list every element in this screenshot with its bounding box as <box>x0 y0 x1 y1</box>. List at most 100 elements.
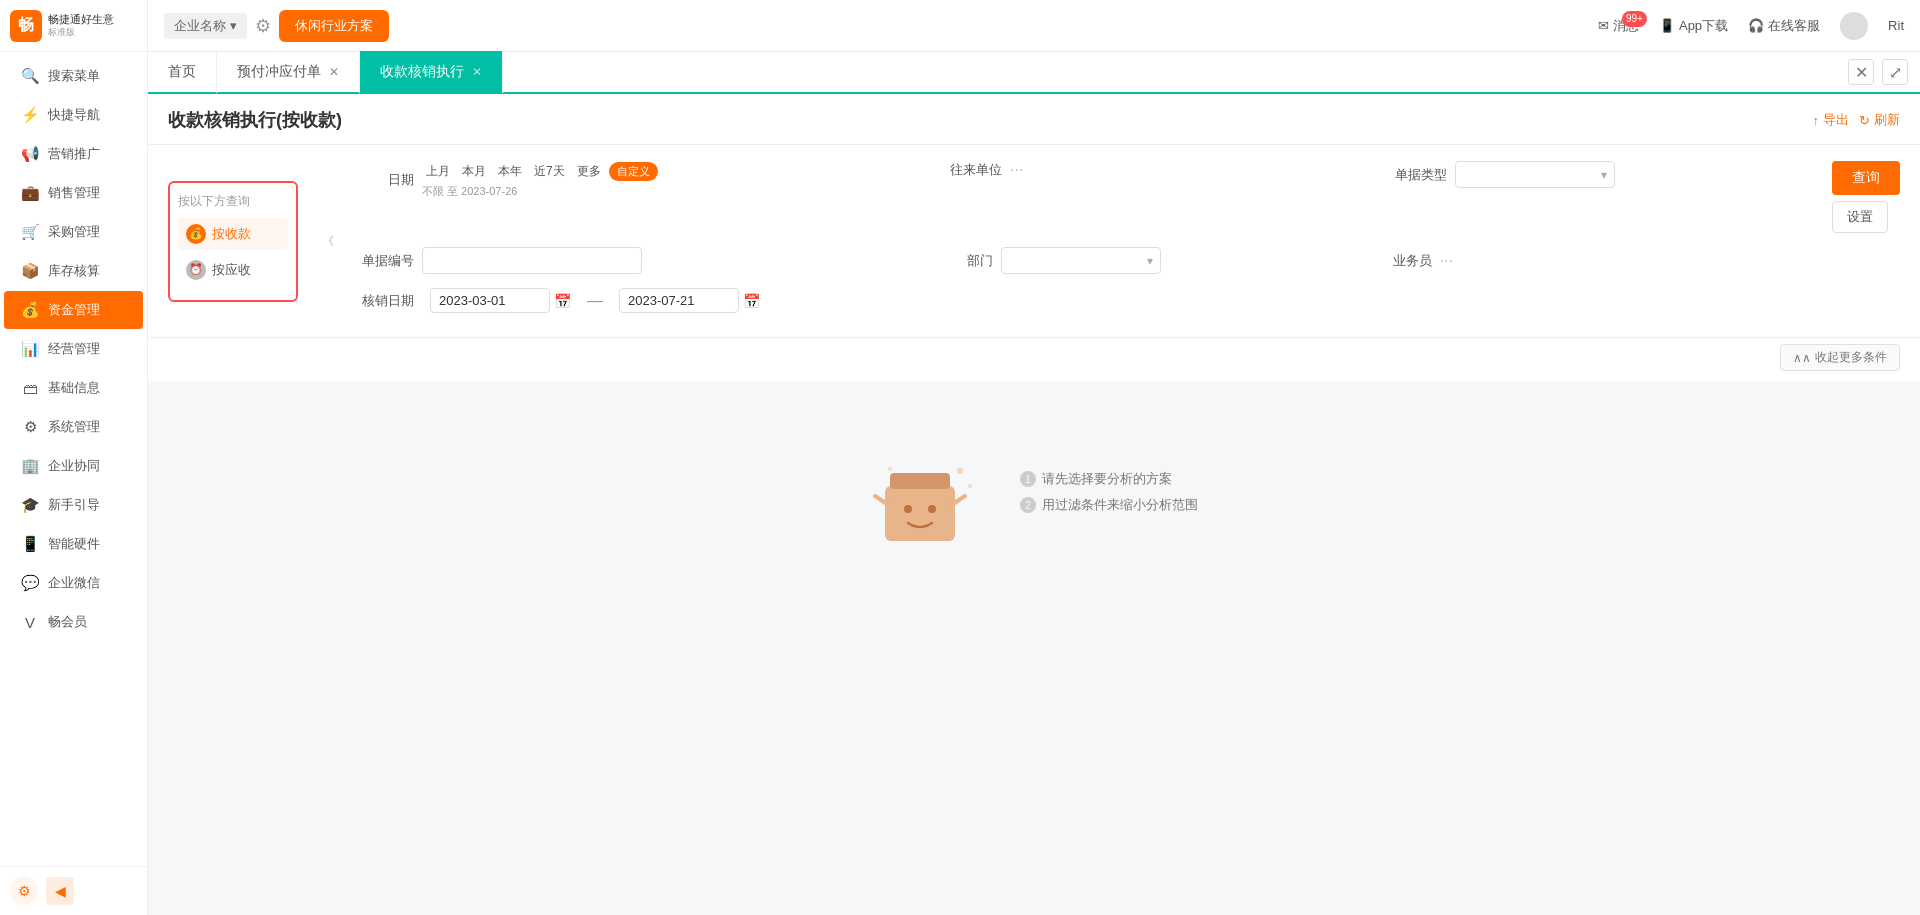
calendar-end-icon[interactable]: 📅 <box>743 293 760 309</box>
sidebar-item-guide[interactable]: 🎓 新手引导 <box>4 486 143 524</box>
sidebar-item-purchase[interactable]: 🛒 采购管理 <box>4 213 143 251</box>
hardware-icon: 📱 <box>20 535 40 553</box>
wechat-icon: 💬 <box>20 574 40 592</box>
sales-label: 业务员 <box>1372 252 1432 270</box>
svg-point-8 <box>888 467 892 471</box>
message-btn[interactable]: ✉ 消息 99+ <box>1598 17 1639 35</box>
filter-bottom: ∧∧ 收起更多条件 <box>148 338 1920 381</box>
operations-icon: 📊 <box>20 340 40 358</box>
svg-point-3 <box>928 505 936 513</box>
date-custom-btn[interactable]: 自定义 <box>609 162 658 181</box>
tab-home[interactable]: 首页 <box>148 51 217 93</box>
svg-point-2 <box>904 505 912 513</box>
settings-footer-btn[interactable]: ⚙ <box>10 877 38 905</box>
export-icon: ↑ <box>1813 113 1820 128</box>
setting-btn[interactable]: 设置 <box>1832 201 1888 233</box>
empty-state: 1 请先选择要分析的方案 2 用过滤条件来缩小分析范围 <box>148 381 1920 611</box>
online-service-btn[interactable]: 🎧 在线客服 <box>1748 17 1820 35</box>
svg-rect-1 <box>890 473 950 489</box>
member-icon: V <box>20 614 40 631</box>
message-badge: 99+ <box>1622 11 1647 27</box>
main-area: 企业名称 ▾ ⚙ 休闲行业方案 ✉ 消息 99+ 📱 App下载 🎧 在线客服 … <box>148 0 1920 915</box>
collapse-conditions-btn[interactable]: ∧∧ 收起更多条件 <box>1780 344 1900 371</box>
doc-type-select[interactable] <box>1455 161 1615 188</box>
tab-receivable[interactable]: 收款核销执行 ✕ <box>360 51 503 93</box>
filter-sidebar-title: 按以下方查询 <box>178 193 288 210</box>
finance-icon: 💰 <box>20 301 40 319</box>
sidebar-item-enterprise[interactable]: 🏢 企业协同 <box>4 447 143 485</box>
sidebar-item-hardware[interactable]: 📱 智能硬件 <box>4 525 143 563</box>
tab-close-all-btn[interactable]: ✕ <box>1848 59 1874 85</box>
refresh-btn[interactable]: ↻ 刷新 <box>1859 111 1900 129</box>
refresh-icon: ↻ <box>1859 113 1870 128</box>
filter-by-receipt[interactable]: 💰 按收款 <box>178 218 288 250</box>
tabbar: 首页 预付冲应付单 ✕ 收款核销执行 ✕ ✕ ⤢ <box>148 52 1920 94</box>
sidebar-item-search[interactable]: 🔍 搜索菜单 <box>4 57 143 95</box>
tab-prepay[interactable]: 预付冲应付单 ✕ <box>217 51 360 93</box>
query-btn-col: 查询 设置 <box>1832 161 1900 233</box>
sidebar-item-inventory[interactable]: 📦 库存核算 <box>4 252 143 290</box>
filter-collapse-arrow[interactable]: 《 <box>318 229 338 254</box>
dept-select-wrapper <box>1001 247 1161 274</box>
empty-svg <box>870 441 980 551</box>
marketing-icon: 📢 <box>20 145 40 163</box>
sidebar-item-system[interactable]: ⚙ 系统管理 <box>4 408 143 446</box>
doc-type-select-wrapper <box>1455 161 1615 188</box>
collapse-icon: ∧∧ <box>1793 351 1811 365</box>
dept-select[interactable] <box>1001 247 1161 274</box>
user-avatar[interactable] <box>1840 12 1868 40</box>
dept-label: 部门 <box>933 252 993 270</box>
industry-btn[interactable]: 休闲行业方案 <box>279 10 389 42</box>
sidebar-logo: 畅 畅捷通好生意 标准版 <box>0 0 147 52</box>
page-content: 收款核销执行(按收款) ↑ 导出 ↻ 刷新 按以下方查询 <box>148 94 1920 915</box>
page-title: 收款核销执行(按收款) <box>168 108 342 144</box>
date-last-month[interactable]: 上月 <box>422 161 454 182</box>
date-label: 日期 <box>354 171 414 189</box>
gear-icon[interactable]: ⚙ <box>255 15 271 37</box>
export-btn[interactable]: ↑ 导出 <box>1813 111 1850 129</box>
sidebar-item-member[interactable]: V 畅会员 <box>4 603 143 641</box>
tab-receivable-close[interactable]: ✕ <box>472 65 482 79</box>
sidebar-item-basic-info[interactable]: 🗃 基础信息 <box>4 369 143 407</box>
verify-date-row: 核销日期 document.querySelector('[data-name=… <box>354 288 1900 313</box>
purchase-icon: 🛒 <box>20 223 40 241</box>
verify-date-start-input[interactable] <box>430 288 550 313</box>
tab-expand-btn[interactable]: ⤢ <box>1882 59 1908 85</box>
topbar-right: ✉ 消息 99+ 📱 App下载 🎧 在线客服 Rit <box>1598 12 1904 40</box>
company-selector[interactable]: 企业名称 ▾ <box>164 13 247 39</box>
date-more[interactable]: 更多 <box>573 161 605 182</box>
date-this-year[interactable]: 本年 <box>494 161 526 182</box>
sidebar-item-finance[interactable]: 💰 资金管理 <box>4 291 143 329</box>
filter-sidebar-wrapper: 按以下方查询 💰 按收款 ⏰ 按应收 《 <box>168 161 338 321</box>
sidebar-item-wechat[interactable]: 💬 企业微信 <box>4 564 143 602</box>
page-header: 收款核销执行(按收款) ↑ 导出 ↻ 刷新 <box>148 94 1920 145</box>
inventory-icon: 📦 <box>20 262 40 280</box>
date-no-limit: 不限 至 2023-07-26 <box>422 184 658 199</box>
sidebar-item-operations[interactable]: 📊 经营管理 <box>4 330 143 368</box>
counterpart-label: 往来单位 <box>942 161 1002 179</box>
date-7-days[interactable]: 近7天 <box>530 161 569 182</box>
svg-point-6 <box>957 468 963 474</box>
date-quick-buttons: 上月 本月 本年 近7天 更多 自定义 <box>422 161 658 182</box>
verify-date-end-input[interactable] <box>619 288 739 313</box>
date-this-month[interactable]: 本月 <box>458 161 490 182</box>
calendar-start-icon[interactable]: 📅 <box>554 293 571 309</box>
empty-tips: 1 请先选择要分析的方案 2 用过滤条件来缩小分析范围 <box>1020 470 1198 522</box>
doc-no-input[interactable] <box>422 247 642 274</box>
sidebar-item-sales[interactable]: 💼 销售管理 <box>4 174 143 212</box>
logo-icon: 畅 <box>10 10 42 42</box>
filter-by-receivable[interactable]: ⏰ 按应收 <box>178 254 288 286</box>
counterpart-dots: ··· <box>1010 161 1023 179</box>
system-icon: ⚙ <box>20 418 40 436</box>
sidebar-item-marketing[interactable]: 📢 营销推广 <box>4 135 143 173</box>
filter-sidebar: 按以下方查询 💰 按收款 ⏰ 按应收 <box>168 181 298 302</box>
basic-info-icon: 🗃 <box>20 380 40 397</box>
sidebar-collapse-btn[interactable]: ◀ <box>46 877 74 905</box>
filter-form: 日期 上月 本月 本年 近7天 更多 自定义 不限 至 <box>354 161 1900 321</box>
search-icon: 🔍 <box>20 67 40 85</box>
date-dash: — <box>587 292 603 310</box>
tab-prepay-close[interactable]: ✕ <box>329 65 339 79</box>
query-btn[interactable]: 查询 <box>1832 161 1900 195</box>
sidebar-item-quicknav[interactable]: ⚡ 快捷导航 <box>4 96 143 134</box>
app-download-btn[interactable]: 📱 App下载 <box>1659 17 1728 35</box>
